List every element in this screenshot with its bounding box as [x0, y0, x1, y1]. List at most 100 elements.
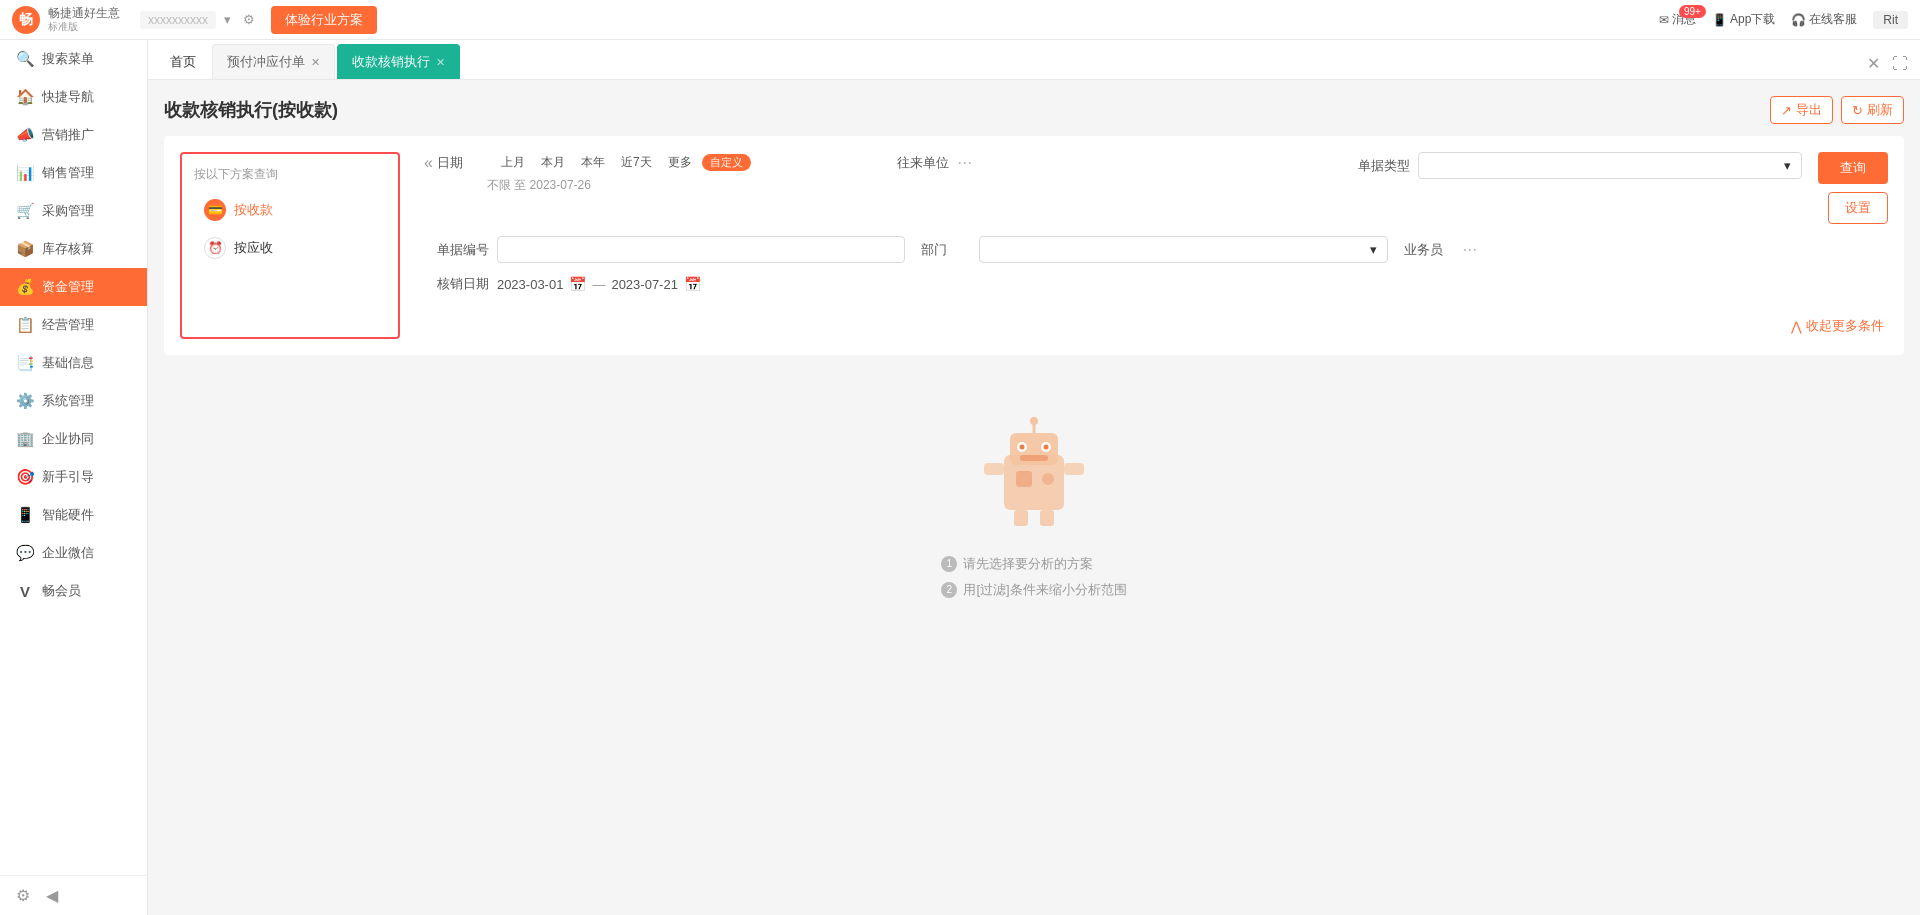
system-icon: ⚙️: [16, 392, 34, 410]
brand-name: 畅捷通好生意: [48, 6, 120, 20]
filter-option-by-collection[interactable]: 💳 按收款: [194, 193, 386, 227]
sidebar-item-search-menu[interactable]: 🔍 搜索菜单: [0, 40, 147, 78]
doc-no-input[interactable]: [497, 236, 905, 263]
more-date-tag[interactable]: 更多: [662, 152, 698, 173]
app-download-button[interactable]: 📱 App下载: [1712, 11, 1775, 28]
svg-rect-14: [1040, 510, 1054, 526]
tab-prepay-close[interactable]: ✕: [311, 56, 320, 69]
sidebar-item-marketing[interactable]: 📣 营销推广: [0, 116, 147, 154]
newbie-icon: 🎯: [16, 468, 34, 486]
search-icon: 🔍: [16, 50, 34, 68]
message-button[interactable]: ✉ 消息 99+: [1659, 11, 1696, 28]
home-icon: 🏠: [16, 88, 34, 106]
svg-point-7: [1030, 417, 1038, 425]
basic-info-icon: 📑: [16, 354, 34, 372]
left-collapse-button[interactable]: «: [420, 152, 437, 174]
doc-type-select[interactable]: ▾: [1418, 152, 1802, 179]
date-range-display: 不限 至 2023-07-26: [487, 178, 591, 192]
filter-option-by-receivable[interactable]: ⏰ 按应收: [194, 231, 386, 265]
dept-chevron-icon: ▾: [1370, 242, 1377, 257]
empty-tip-1: 1 请先选择要分析的方案: [941, 551, 1126, 577]
sidebar: 🔍 搜索菜单 🏠 快捷导航 📣 营销推广 📊 销售管理 🛒 采购管理 📦 库存核…: [0, 40, 148, 915]
sidebar-item-operation[interactable]: 📋 经营管理: [0, 306, 147, 344]
tab-prepay[interactable]: 预付冲应付单 ✕: [212, 44, 335, 79]
settings-icon[interactable]: ⚙: [243, 12, 255, 27]
inventory-icon: 📦: [16, 240, 34, 258]
sidebar-item-enterprise[interactable]: 🏢 企业协同: [0, 420, 147, 458]
message-icon: ✉: [1659, 13, 1669, 27]
topbar-right: ✉ 消息 99+ 📱 App下载 🎧 在线客服 Rit: [1659, 11, 1908, 29]
export-button[interactable]: ↗ 导出: [1770, 96, 1833, 124]
start-calendar-icon[interactable]: 📅: [569, 276, 586, 292]
write-off-end-display: 2023-07-21: [611, 277, 678, 292]
sidebar-item-sales[interactable]: 📊 销售管理: [0, 154, 147, 192]
staff-label: 业务员: [1404, 241, 1454, 259]
wechat-icon: 💬: [16, 544, 34, 562]
filter-settings-button[interactable]: 设置: [1828, 192, 1888, 224]
dropdown-icon[interactable]: ▾: [224, 12, 231, 27]
tab-collection-close[interactable]: ✕: [436, 56, 445, 69]
online-service-button[interactable]: 🎧 在线客服: [1791, 11, 1857, 28]
sidebar-item-vip[interactable]: V 畅会员: [0, 572, 147, 610]
export-icon: ↗: [1781, 103, 1792, 118]
sidebar-item-newbie[interactable]: 🎯 新手引导: [0, 458, 147, 496]
receivable-icon: ⏰: [204, 237, 226, 259]
this-year-tag[interactable]: 本年: [575, 152, 611, 173]
date-quick-tags: 上月 本月 本年 近7天 更多 自定义: [495, 152, 751, 173]
sidebar-item-basic-info[interactable]: 📑 基础信息: [0, 344, 147, 382]
app-logo: 畅: [12, 6, 40, 34]
doc-no-label: 单据编号: [437, 241, 489, 259]
tab-collection[interactable]: 收款核销执行 ✕: [337, 44, 460, 79]
filter-scheme-title: 按以下方案查询: [194, 166, 386, 183]
refresh-icon: ↻: [1852, 103, 1863, 118]
last-month-tag[interactable]: 上月: [495, 152, 531, 173]
tip-num-2: 2: [941, 582, 957, 598]
custom-date-tag[interactable]: 自定义: [702, 154, 751, 171]
counterparty-dots: ···: [957, 152, 972, 173]
query-button[interactable]: 查询: [1818, 152, 1888, 184]
marketing-icon: 📣: [16, 126, 34, 144]
counterparty-label: 往来单位: [897, 154, 949, 172]
sidebar-item-system[interactable]: ⚙️ 系统管理: [0, 382, 147, 420]
refresh-button[interactable]: ↻ 刷新: [1841, 96, 1904, 124]
svg-rect-11: [1016, 471, 1032, 487]
filter-scheme-panel: 按以下方案查询 💳 按收款 ⏰ 按应收: [180, 152, 400, 339]
last-7days-tag[interactable]: 近7天: [615, 152, 658, 173]
write-off-date-label: 核销日期: [437, 275, 489, 293]
empty-illustration: [974, 415, 1094, 535]
sidebar-collapse-icon[interactable]: ◀: [46, 886, 58, 905]
counterparty-filter: 往来单位 ···: [897, 152, 1341, 173]
footer-gear-icon[interactable]: ⚙: [16, 886, 30, 905]
tab-maximize-action[interactable]: ⛶: [1888, 53, 1912, 75]
dept-select[interactable]: ▾: [979, 236, 1389, 263]
sidebar-item-smart-hw[interactable]: 📱 智能硬件: [0, 496, 147, 534]
write-off-date-filter: 核销日期 2023-03-01 📅 — 2023-07-21 📅: [437, 275, 905, 293]
svg-point-5: [1044, 445, 1049, 450]
dept-filter: 部门 ▾: [921, 236, 1389, 263]
collapse-more-button[interactable]: ⋀ 收起更多条件: [1787, 313, 1888, 339]
sidebar-item-wechat[interactable]: 💬 企业微信: [0, 534, 147, 572]
filter-fields: 日期 上月 本月 本年 近7天 更多 自定义: [437, 152, 1888, 339]
enterprise-icon: 🏢: [16, 430, 34, 448]
message-badge: 99+: [1679, 5, 1706, 18]
tab-close-action[interactable]: ✕: [1863, 52, 1884, 75]
svg-rect-10: [1020, 455, 1048, 461]
topbar: 畅 畅捷通好生意 标准版 xxxxxxxxxx ▾ ⚙ 体验行业方案 ✉ 消息 …: [0, 0, 1920, 40]
service-icon: 🎧: [1791, 13, 1806, 27]
svg-point-4: [1020, 445, 1025, 450]
end-calendar-icon[interactable]: 📅: [684, 276, 701, 292]
sidebar-item-capital[interactable]: 💰 资金管理: [0, 268, 147, 306]
sidebar-item-purchase[interactable]: 🛒 采购管理: [0, 192, 147, 230]
sidebar-item-quick-nav[interactable]: 🏠 快捷导航: [0, 78, 147, 116]
date-separator: —: [592, 277, 605, 292]
tab-home[interactable]: 首页: [156, 45, 210, 79]
date-filter-group: 日期 上月 本月 本年 近7天 更多 自定义: [437, 152, 881, 194]
user-profile[interactable]: Rit: [1873, 11, 1908, 29]
vip-icon: V: [16, 583, 34, 600]
doc-type-label: 单据类型: [1358, 157, 1410, 175]
solution-button[interactable]: 体验行业方案: [271, 6, 377, 34]
sidebar-item-inventory[interactable]: 📦 库存核算: [0, 230, 147, 268]
page-header: 收款核销执行(按收款) ↗ 导出 ↻ 刷新: [164, 96, 1904, 124]
collection-icon: 💳: [204, 199, 226, 221]
this-month-tag[interactable]: 本月: [535, 152, 571, 173]
